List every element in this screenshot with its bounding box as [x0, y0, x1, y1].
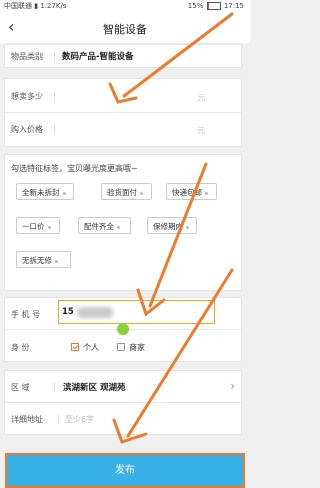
tags-card: 勾选特征标签，宝贝曝光度更高哦~ 全新未拆封 验货面付 快递包邮 一口价 配件齐…: [4, 154, 242, 291]
divider: [54, 52, 55, 61]
page-title: 智能设备: [103, 23, 147, 36]
phone-label: 手 机 号: [11, 310, 41, 319]
tag-inspect-pay[interactable]: 验货面付: [101, 183, 152, 200]
clock: 17:15: [223, 2, 244, 10]
status-bar: 中国联通 ▮ 1.27K/s 15% 17:15: [0, 0, 250, 13]
category-value: 数码产品-智能设备: [62, 52, 134, 62]
tag-free-shipping[interactable]: 快递包邮: [166, 183, 217, 200]
tag-dot-icon: [55, 259, 58, 263]
tag-fixed-price[interactable]: 一口价: [16, 217, 60, 234]
publish-button[interactable]: 发布: [5, 453, 245, 488]
identity-label: 身 份: [11, 343, 30, 352]
phone-value: 15: [62, 307, 74, 317]
tag-dot-icon: [117, 225, 120, 229]
divider: [58, 415, 59, 424]
buy-price-label: 购入价格: [11, 125, 43, 134]
personal-checkbox[interactable]: [71, 343, 79, 351]
buy-price-field[interactable]: 购入价格 元: [5, 113, 241, 146]
buy-price-unit: 元: [197, 126, 206, 135]
submit-area: 发布: [0, 445, 250, 488]
phone-input[interactable]: 15: [58, 300, 215, 324]
category-label: 物品类别: [11, 52, 43, 61]
tag-full-accessories[interactable]: 配件齐全: [78, 217, 131, 234]
signal-icon: ▮: [34, 2, 39, 10]
category-row: 物品类别 数码产品-智能设备: [4, 44, 242, 68]
redacted-phone-digits: [77, 307, 113, 318]
carrier-label: 中国联通: [4, 2, 35, 10]
personal-option-label: 个人: [83, 343, 99, 352]
divider: [54, 92, 55, 101]
tags-hint: 勾选特征标签，宝贝曝光度更高哦~: [11, 164, 138, 173]
tag-brand-new[interactable]: 全新未拆封: [16, 183, 74, 200]
price-card: 想卖多少 元 购入价格 元: [4, 78, 242, 147]
row-divider: [5, 329, 241, 330]
divider: [54, 125, 55, 134]
tag-under-warranty[interactable]: 保修期内: [147, 217, 197, 234]
detail-address-field[interactable]: 详细地址 至少6字: [5, 403, 241, 434]
address-card: 区 域 滨湖新区 观湖苑 › 详细地址 至少6字: [4, 370, 242, 435]
tag-dot-icon: [62, 191, 66, 195]
sell-price-field[interactable]: 想卖多少 元: [5, 79, 241, 112]
tag-no-repair[interactable]: 无拆无修: [16, 251, 71, 268]
battery-percent: 15%: [187, 2, 204, 10]
divider: [54, 383, 55, 392]
detail-address-label: 详细地址: [11, 415, 43, 424]
chevron-right-icon: ›: [230, 379, 235, 393]
merchant-checkbox[interactable]: [117, 343, 125, 351]
tag-dot-icon: [47, 225, 51, 229]
sell-price-label: 想卖多少: [11, 92, 43, 101]
region-value: 滨湖新区 观湖苑: [63, 383, 126, 393]
region-label: 区 域: [11, 383, 30, 392]
detail-address-placeholder: 至少6字: [65, 415, 95, 424]
merchant-option-label: 商家: [129, 343, 145, 352]
network-speed: 1.27K/s: [40, 2, 67, 10]
tag-dot-icon: [186, 225, 189, 229]
tag-dot-icon: [205, 191, 208, 195]
nav-bar: ‹ 智能设备: [0, 13, 250, 43]
sell-price-unit: 元: [197, 93, 206, 102]
tag-dot-icon: [140, 191, 143, 195]
battery-icon: [206, 2, 221, 10]
region-selector[interactable]: 区 域 滨湖新区 观湖苑 ›: [5, 371, 241, 402]
